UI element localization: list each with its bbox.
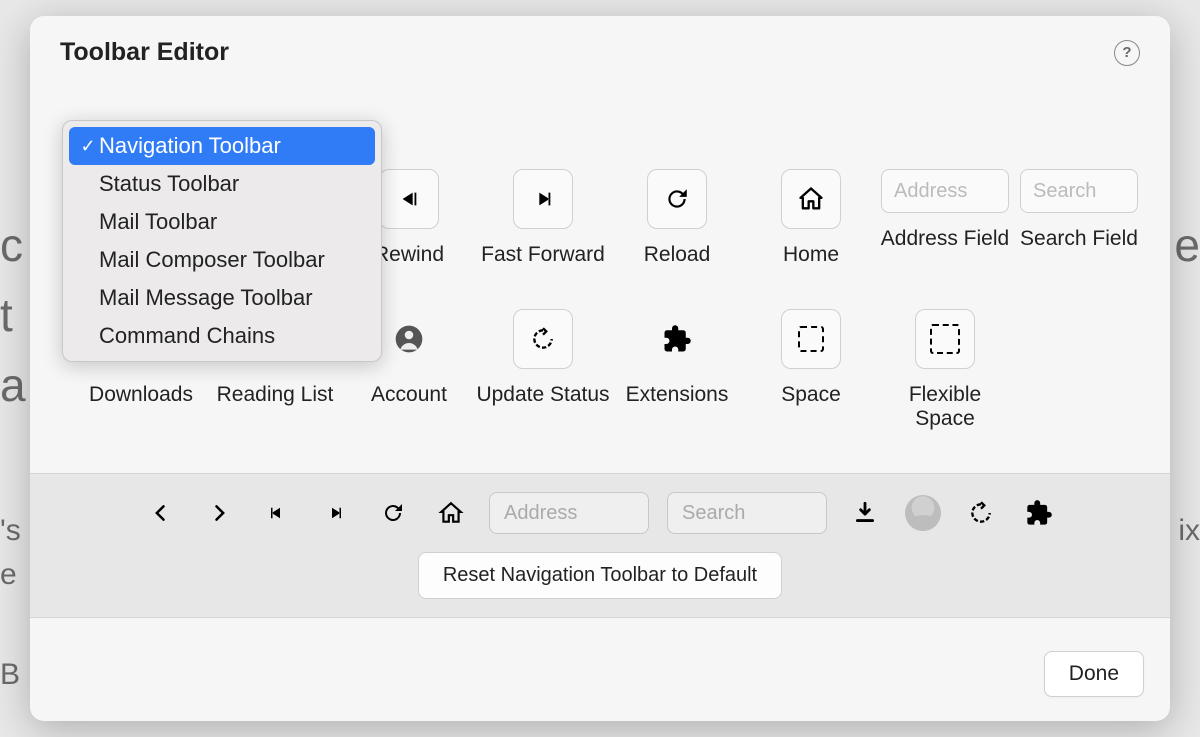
toolbar-search-field[interactable]: Search [667, 492, 827, 534]
dropdown-item-mail-message-toolbar[interactable]: Mail Message Toolbar [69, 279, 375, 317]
search-field-preview: Search [1020, 169, 1138, 213]
toolbar-selector-dropdown[interactable]: ✓ Navigation Toolbar Status Toolbar Mail… [62, 120, 382, 362]
flexible-space-icon [930, 324, 960, 354]
dropdown-item-navigation-toolbar[interactable]: ✓ Navigation Toolbar [69, 127, 375, 165]
dropdown-item-mail-composer-toolbar[interactable]: Mail Composer Toolbar [69, 241, 375, 279]
palette-item-flexible-space[interactable]: Flexible Space [878, 309, 1012, 449]
rewind-icon [398, 188, 420, 210]
chevron-left-icon [151, 503, 171, 523]
palette-item-address-field[interactable]: Address Address Field [878, 169, 1012, 309]
toolbar-rewind-button[interactable] [257, 493, 297, 533]
extensions-icon [1025, 499, 1053, 527]
dropdown-item-command-chains[interactable]: Command Chains [69, 317, 375, 355]
palette-item-space[interactable]: Space [744, 309, 878, 449]
download-icon [852, 500, 878, 526]
fast-forward-icon [532, 188, 554, 210]
toolbar-update-status-button[interactable] [961, 493, 1001, 533]
space-icon [798, 326, 824, 352]
toolbar-extensions-button[interactable] [1019, 493, 1059, 533]
home-icon [438, 500, 464, 526]
dialog-title: Toolbar Editor [60, 38, 229, 67]
toolbar-home-button[interactable] [431, 493, 471, 533]
toolbar-account-button[interactable] [903, 493, 943, 533]
palette-item-fast-forward[interactable]: Fast Forward [476, 169, 610, 309]
dropdown-item-status-toolbar[interactable]: Status Toolbar [69, 165, 375, 203]
palette-item-extensions[interactable]: Extensions [610, 309, 744, 449]
rewind-icon [268, 504, 286, 522]
extensions-icon [662, 324, 692, 354]
reload-icon [664, 186, 690, 212]
palette-item-update-status[interactable]: Update Status [476, 309, 610, 449]
dropdown-item-mail-toolbar[interactable]: Mail Toolbar [69, 203, 375, 241]
current-toolbar-preview: Address Search Reset Navigation Toolbar … [30, 473, 1170, 618]
toolbar-downloads-button[interactable] [845, 493, 885, 533]
fast-forward-icon [326, 504, 344, 522]
toolbar-forward-button[interactable] [199, 493, 239, 533]
palette-item-reload[interactable]: Reload [610, 169, 744, 309]
palette-item-home[interactable]: Home [744, 169, 878, 309]
toolbar-address-field[interactable]: Address [489, 492, 649, 534]
update-status-icon [530, 326, 556, 352]
check-icon: ✓ [77, 136, 99, 157]
avatar-icon [905, 495, 941, 531]
reload-icon [381, 501, 405, 525]
address-field-preview: Address [881, 169, 1009, 213]
toolbar-fastforward-button[interactable] [315, 493, 355, 533]
update-status-icon [968, 500, 994, 526]
chevron-right-icon [209, 503, 229, 523]
home-icon [797, 185, 825, 213]
reset-toolbar-button[interactable]: Reset Navigation Toolbar to Default [418, 552, 782, 599]
help-button[interactable]: ? [1114, 40, 1140, 66]
toolbar-editor-dialog: Toolbar Editor ? Rewind Fast Forward [30, 16, 1170, 721]
palette-item-search-field[interactable]: Search Search Field [1012, 169, 1146, 309]
done-button[interactable]: Done [1044, 651, 1144, 697]
account-icon [393, 323, 425, 355]
toolbar-reload-button[interactable] [373, 493, 413, 533]
toolbar-back-button[interactable] [141, 493, 181, 533]
